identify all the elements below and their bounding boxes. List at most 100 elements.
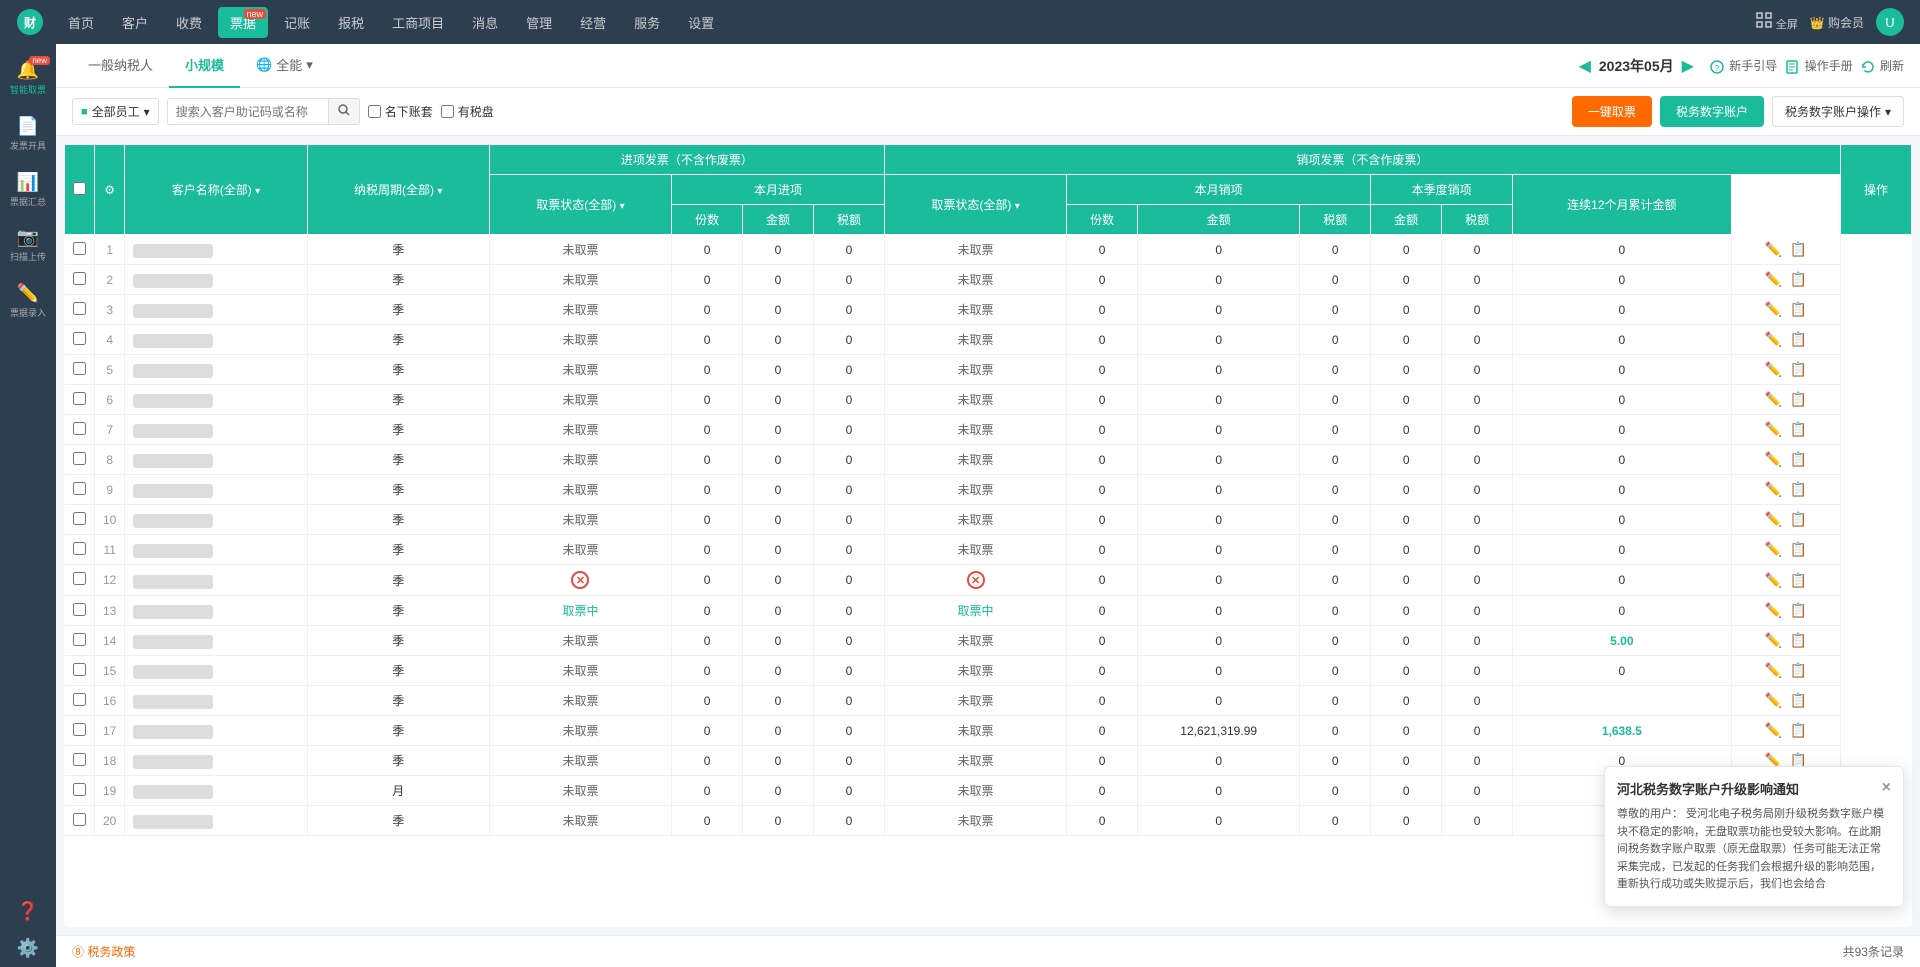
tax-digital-account-btn[interactable]: 税务数字账户 bbox=[1660, 96, 1764, 127]
nav-client[interactable]: 客户 bbox=[110, 7, 160, 38]
nav-settings[interactable]: 设置 bbox=[676, 7, 726, 38]
row-checkbox[interactable] bbox=[65, 265, 95, 295]
staff-filter[interactable]: ■ 全部员工 ▾ bbox=[72, 98, 159, 125]
member-btn[interactable]: 👑 购会员 bbox=[1810, 14, 1864, 31]
copy-icon[interactable]: 📋 bbox=[1789, 632, 1806, 648]
row-fetch-status-out[interactable]: 未取票 bbox=[884, 806, 1066, 836]
copy-icon[interactable]: 📋 bbox=[1789, 662, 1806, 678]
row-fetch-status-out[interactable]: 未取票 bbox=[884, 475, 1066, 505]
copy-icon[interactable]: 📋 bbox=[1789, 271, 1806, 287]
next-month-btn[interactable]: ▶ bbox=[1682, 56, 1694, 76]
row-fetch-status-in[interactable]: 未取票 bbox=[489, 776, 671, 806]
tax-digital-ops-btn[interactable]: 税务数字账户操作 ▾ bbox=[1772, 96, 1904, 127]
prev-month-btn[interactable]: ◀ bbox=[1579, 56, 1591, 76]
row-fetch-status-out[interactable]: 未取票 bbox=[884, 535, 1066, 565]
row-fetch-status-out[interactable]: 未取票 bbox=[884, 656, 1066, 686]
nav-ticket[interactable]: 票据 new bbox=[218, 7, 268, 38]
copy-icon[interactable]: 📋 bbox=[1789, 361, 1806, 377]
row-customer-name[interactable]: blurred15 bbox=[125, 656, 307, 686]
row-fetch-status-out[interactable]: 未取票 bbox=[884, 265, 1066, 295]
row-checkbox[interactable] bbox=[65, 746, 95, 776]
row-fetch-status-in[interactable]: 未取票 bbox=[489, 505, 671, 535]
row-customer-name[interactable]: blurred2 bbox=[125, 265, 307, 295]
row-fetch-status-out[interactable]: 未取票 bbox=[884, 295, 1066, 325]
edit-icon[interactable]: ✏️ bbox=[1765, 241, 1782, 257]
search-button[interactable] bbox=[328, 99, 359, 124]
tax-policy-link[interactable]: ⑧ 税务政策 bbox=[72, 943, 135, 960]
edit-icon[interactable]: ✏️ bbox=[1765, 662, 1782, 678]
row-checkbox[interactable] bbox=[65, 355, 95, 385]
has-tax-label[interactable]: 有税盘 bbox=[441, 103, 494, 120]
row-customer-name[interactable]: blurred5 bbox=[125, 355, 307, 385]
edit-icon[interactable]: ✏️ bbox=[1765, 421, 1782, 437]
row-fetch-status-in[interactable]: 未取票 bbox=[489, 746, 671, 776]
row-customer-name[interactable]: blurred17 bbox=[125, 716, 307, 746]
row-checkbox[interactable] bbox=[65, 776, 95, 806]
row-fetch-status-in[interactable]: 未取票 bbox=[489, 535, 671, 565]
copy-icon[interactable]: 📋 bbox=[1789, 722, 1806, 738]
copy-icon[interactable]: 📋 bbox=[1789, 451, 1806, 467]
row-checkbox[interactable] bbox=[65, 385, 95, 415]
copy-icon[interactable]: 📋 bbox=[1789, 241, 1806, 257]
row-fetch-status-in[interactable]: 未取票 bbox=[489, 355, 671, 385]
row-fetch-status-in[interactable]: 未取票 bbox=[489, 626, 671, 656]
tab-all[interactable]: 🌐 全能 ▾ bbox=[240, 44, 329, 88]
row-fetch-status-in[interactable]: 未取票 bbox=[489, 325, 671, 355]
fetch-out-filter-icon[interactable]: ▾ bbox=[1015, 201, 1020, 212]
one-key-ticket-btn[interactable]: 一键取票 bbox=[1572, 96, 1652, 127]
row-checkbox[interactable] bbox=[65, 235, 95, 265]
copy-icon[interactable]: 📋 bbox=[1789, 421, 1806, 437]
row-fetch-status-in[interactable]: 未取票 bbox=[489, 235, 671, 265]
nav-operation[interactable]: 经营 bbox=[568, 7, 618, 38]
customer-filter-icon[interactable]: ▾ bbox=[255, 186, 260, 197]
row-checkbox[interactable] bbox=[65, 505, 95, 535]
fetch-in-filter-icon[interactable]: ▾ bbox=[620, 201, 625, 212]
fullscreen-btn[interactable]: 全屏 bbox=[1756, 12, 1797, 32]
row-customer-name[interactable]: blurred12 bbox=[125, 565, 307, 596]
row-fetch-status-in[interactable]: 未取票 bbox=[489, 716, 671, 746]
row-checkbox[interactable] bbox=[65, 535, 95, 565]
search-input[interactable] bbox=[168, 101, 328, 123]
sidebar-item-scan-upload[interactable]: 📷 扫描上传 bbox=[2, 219, 54, 271]
my-account-label[interactable]: 名下账套 bbox=[368, 103, 433, 120]
edit-icon[interactable]: ✏️ bbox=[1765, 391, 1782, 407]
copy-icon[interactable]: 📋 bbox=[1789, 541, 1806, 557]
edit-icon[interactable]: ✏️ bbox=[1765, 632, 1782, 648]
row-fetch-status-in[interactable]: 未取票 bbox=[489, 295, 671, 325]
row-customer-name[interactable]: blurred16 bbox=[125, 686, 307, 716]
edit-icon[interactable]: ✏️ bbox=[1765, 692, 1782, 708]
sidebar-item-help[interactable]: ❓ bbox=[2, 893, 54, 930]
copy-icon[interactable]: 📋 bbox=[1789, 602, 1806, 618]
nav-tax[interactable]: 报税 bbox=[326, 7, 376, 38]
row-fetch-status-out[interactable]: 未取票 bbox=[884, 355, 1066, 385]
row-customer-name[interactable]: blurred9 bbox=[125, 475, 307, 505]
row-checkbox[interactable] bbox=[65, 475, 95, 505]
row-fetch-status-in[interactable]: 未取票 bbox=[489, 475, 671, 505]
row-fetch-status-in[interactable]: 未取票 bbox=[489, 415, 671, 445]
row-fetch-status-in[interactable]: 未取票 bbox=[489, 445, 671, 475]
new-guide-btn[interactable]: ? 新手引导 bbox=[1710, 57, 1777, 74]
copy-icon[interactable]: 📋 bbox=[1789, 511, 1806, 527]
refresh-btn[interactable]: 刷新 bbox=[1861, 57, 1904, 74]
row-fetch-status-out[interactable]: 未取票 bbox=[884, 325, 1066, 355]
copy-icon[interactable]: 📋 bbox=[1789, 572, 1806, 588]
nav-manage[interactable]: 管理 bbox=[514, 7, 564, 38]
nav-business[interactable]: 工商项目 bbox=[380, 7, 456, 38]
row-checkbox[interactable] bbox=[65, 295, 95, 325]
row-checkbox[interactable] bbox=[65, 716, 95, 746]
tab-general-taxpayer[interactable]: 一般纳税人 bbox=[72, 44, 169, 88]
row-customer-name[interactable]: blurred6 bbox=[125, 385, 307, 415]
nav-home[interactable]: 首页 bbox=[56, 7, 106, 38]
row-customer-name[interactable]: blurred20 bbox=[125, 806, 307, 836]
row-fetch-status-in[interactable]: ✕ bbox=[489, 565, 671, 596]
row-customer-name[interactable]: blurred8 bbox=[125, 445, 307, 475]
row-checkbox[interactable] bbox=[65, 806, 95, 836]
nav-fee[interactable]: 收费 bbox=[164, 7, 214, 38]
row-fetch-status-out[interactable]: 未取票 bbox=[884, 445, 1066, 475]
row-checkbox[interactable] bbox=[65, 565, 95, 596]
copy-icon[interactable]: 📋 bbox=[1789, 481, 1806, 497]
row-fetch-status-in[interactable]: 取票中 bbox=[489, 596, 671, 626]
copy-icon[interactable]: 📋 bbox=[1789, 301, 1806, 317]
row-customer-name[interactable]: blurred13 bbox=[125, 596, 307, 626]
edit-icon[interactable]: ✏️ bbox=[1765, 361, 1782, 377]
